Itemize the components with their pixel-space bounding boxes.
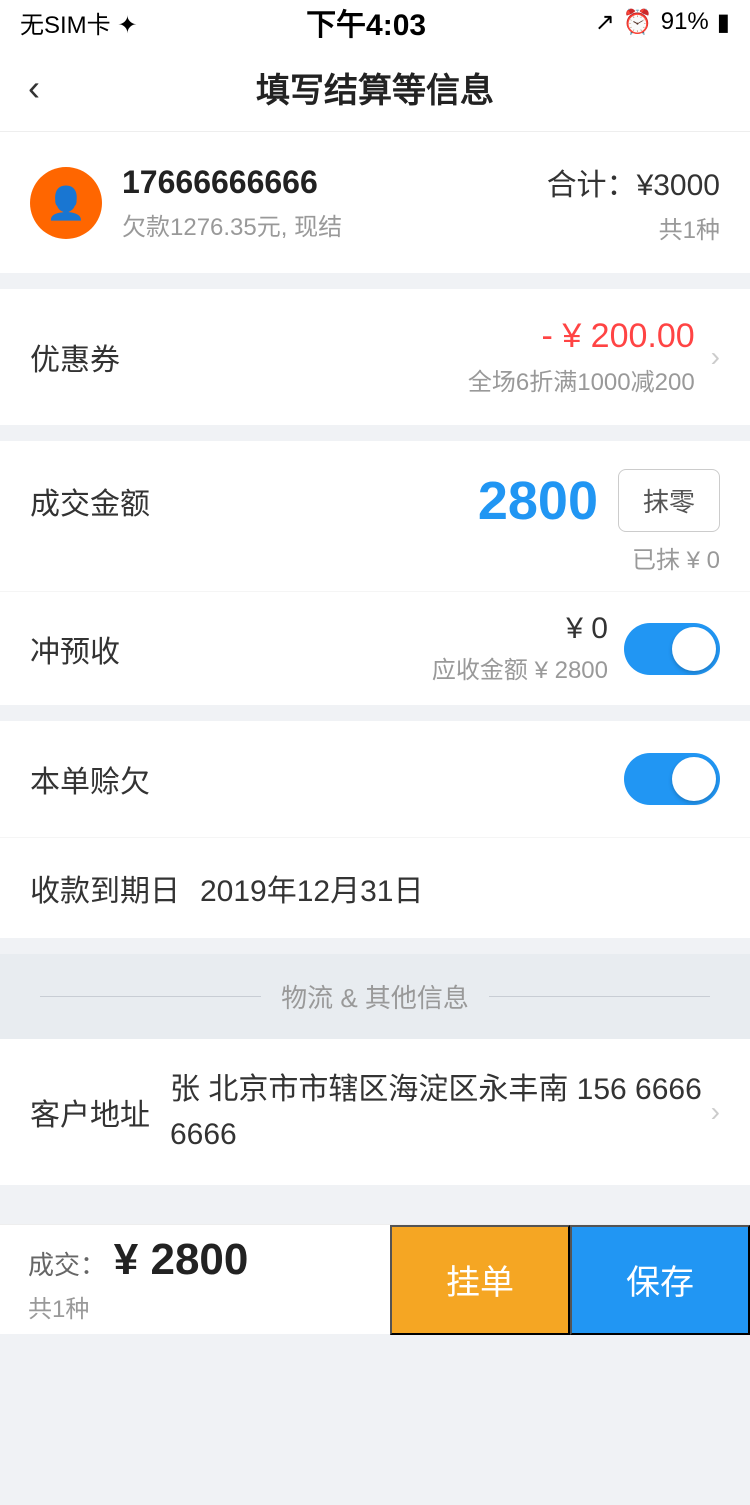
bottom-count: 共1种 xyxy=(28,1289,362,1324)
avatar: 👤 xyxy=(30,167,102,239)
status-bar: 无SIM卡 ✦ 下午4:03 ↗ ⏰ 91% ▮ xyxy=(0,0,750,44)
prepay-amount: ¥ 0 xyxy=(432,612,608,646)
prepay-values: ¥ 0 应收金额 ¥ 2800 xyxy=(432,612,608,685)
back-button[interactable]: ‹ xyxy=(28,67,40,109)
address-row[interactable]: 客户地址 张 北京市市辖区海淀区永丰南 156 6666 6666 › xyxy=(0,1039,750,1185)
coupon-right: - ¥ 200.00 全场6折满1000减200 › xyxy=(468,317,720,397)
customer-phone: 17666666666 xyxy=(122,164,342,201)
bottom-deal-label: 成交： xyxy=(28,1250,106,1280)
debt-row: 本单赊欠 xyxy=(0,721,750,837)
transaction-label: 成交金额 xyxy=(30,479,150,523)
customer-total: 合计：¥3000 共1种 xyxy=(547,160,720,245)
address-value: 张 北京市市辖区海淀区永丰南 156 6666 6666 xyxy=(170,1067,711,1157)
alarm-icon: ⏰ xyxy=(623,8,653,37)
save-button[interactable]: 保存 xyxy=(570,1225,750,1335)
debt-toggle-thumb xyxy=(672,757,716,801)
debt-label: 本单赊欠 xyxy=(30,757,150,801)
prepay-top: 冲预收 ¥ 0 应收金额 ¥ 2800 xyxy=(30,612,720,685)
bottom-bar: 成交： ¥ 2800 共1种 挂单 保存 xyxy=(0,1224,750,1334)
battery-status: 91% xyxy=(661,8,709,36)
sim-status: 无SIM卡 ✦ xyxy=(20,5,137,40)
prepay-row: 冲预收 ¥ 0 应收金额 ¥ 2800 xyxy=(0,591,750,705)
nav-bar: ‹ 填写结算等信息 xyxy=(0,44,750,132)
debt-toggle[interactable] xyxy=(624,753,720,805)
coupon-chevron-icon: › xyxy=(711,341,720,373)
transaction-amount: 2800 xyxy=(478,470,598,532)
coupon-label: 优惠券 xyxy=(30,335,120,379)
bottom-deal-amount: ¥ 2800 xyxy=(114,1235,249,1284)
transaction-section: 成交金额 2800 抹零 已抹 ¥ 0 冲预收 ¥ 0 应收金额 ¥ 2800 xyxy=(0,441,750,705)
total-count: 共1种 xyxy=(547,210,720,245)
due-date-label: 收款到期日 xyxy=(30,866,180,910)
page-title: 填写结算等信息 xyxy=(256,63,494,112)
transaction-sub: 已抹 ¥ 0 xyxy=(0,540,750,591)
bottom-deal-line: 成交： ¥ 2800 xyxy=(28,1235,362,1285)
customer-details: 17666666666 欠款1276.35元, 现结 xyxy=(122,164,342,242)
prepay-toggle[interactable] xyxy=(624,623,720,675)
prepay-right: ¥ 0 应收金额 ¥ 2800 xyxy=(432,612,720,685)
status-left: 无SIM卡 ✦ xyxy=(20,5,137,40)
location-icon: ↗ xyxy=(595,8,615,37)
total-amount: 合计：¥3000 xyxy=(547,160,720,204)
hang-button[interactable]: 挂单 xyxy=(390,1225,570,1335)
logistics-divider: 物流 & 其他信息 xyxy=(0,954,750,1039)
prepay-label: 冲预收 xyxy=(30,627,120,671)
due-date-row: 收款到期日 2019年12月31日 xyxy=(0,837,750,938)
customer-info: 👤 17666666666 欠款1276.35元, 现结 xyxy=(30,164,342,242)
logistics-label: 物流 & 其他信息 xyxy=(281,978,469,1015)
round-button[interactable]: 抹零 xyxy=(618,469,720,532)
bottom-summary: 成交： ¥ 2800 共1种 xyxy=(0,1235,390,1324)
status-right: ↗ ⏰ 91% ▮ xyxy=(595,8,730,37)
coupon-desc: 全场6折满1000减200 xyxy=(468,362,695,397)
debt-section: 本单赊欠 收款到期日 2019年12月31日 xyxy=(0,721,750,938)
avatar-icon: 👤 xyxy=(46,184,86,222)
battery-icon: ▮ xyxy=(717,8,730,37)
customer-debt: 欠款1276.35元, 现结 xyxy=(122,207,342,242)
coupon-values: - ¥ 200.00 全场6折满1000减200 xyxy=(468,317,695,397)
toggle-thumb xyxy=(672,627,716,671)
address-label: 客户地址 xyxy=(30,1090,150,1134)
prepay-sub: 应收金额 ¥ 2800 xyxy=(432,650,608,685)
divider-line-left xyxy=(40,996,261,997)
transaction-row: 成交金额 2800 抹零 xyxy=(0,441,750,540)
address-chevron-icon: › xyxy=(711,1096,720,1128)
coupon-section: 优惠券 - ¥ 200.00 全场6折满1000减200 › xyxy=(0,289,750,425)
customer-card: 👤 17666666666 欠款1276.35元, 现结 合计：¥3000 共1… xyxy=(0,132,750,273)
coupon-discount: - ¥ 200.00 xyxy=(468,317,695,356)
status-time: 下午4:03 xyxy=(306,0,426,44)
due-date-value: 2019年12月31日 xyxy=(200,866,423,910)
transaction-right: 2800 抹零 xyxy=(478,469,720,532)
coupon-row[interactable]: 优惠券 - ¥ 200.00 全场6折满1000减200 › xyxy=(0,289,750,425)
divider-line-right xyxy=(489,996,710,997)
